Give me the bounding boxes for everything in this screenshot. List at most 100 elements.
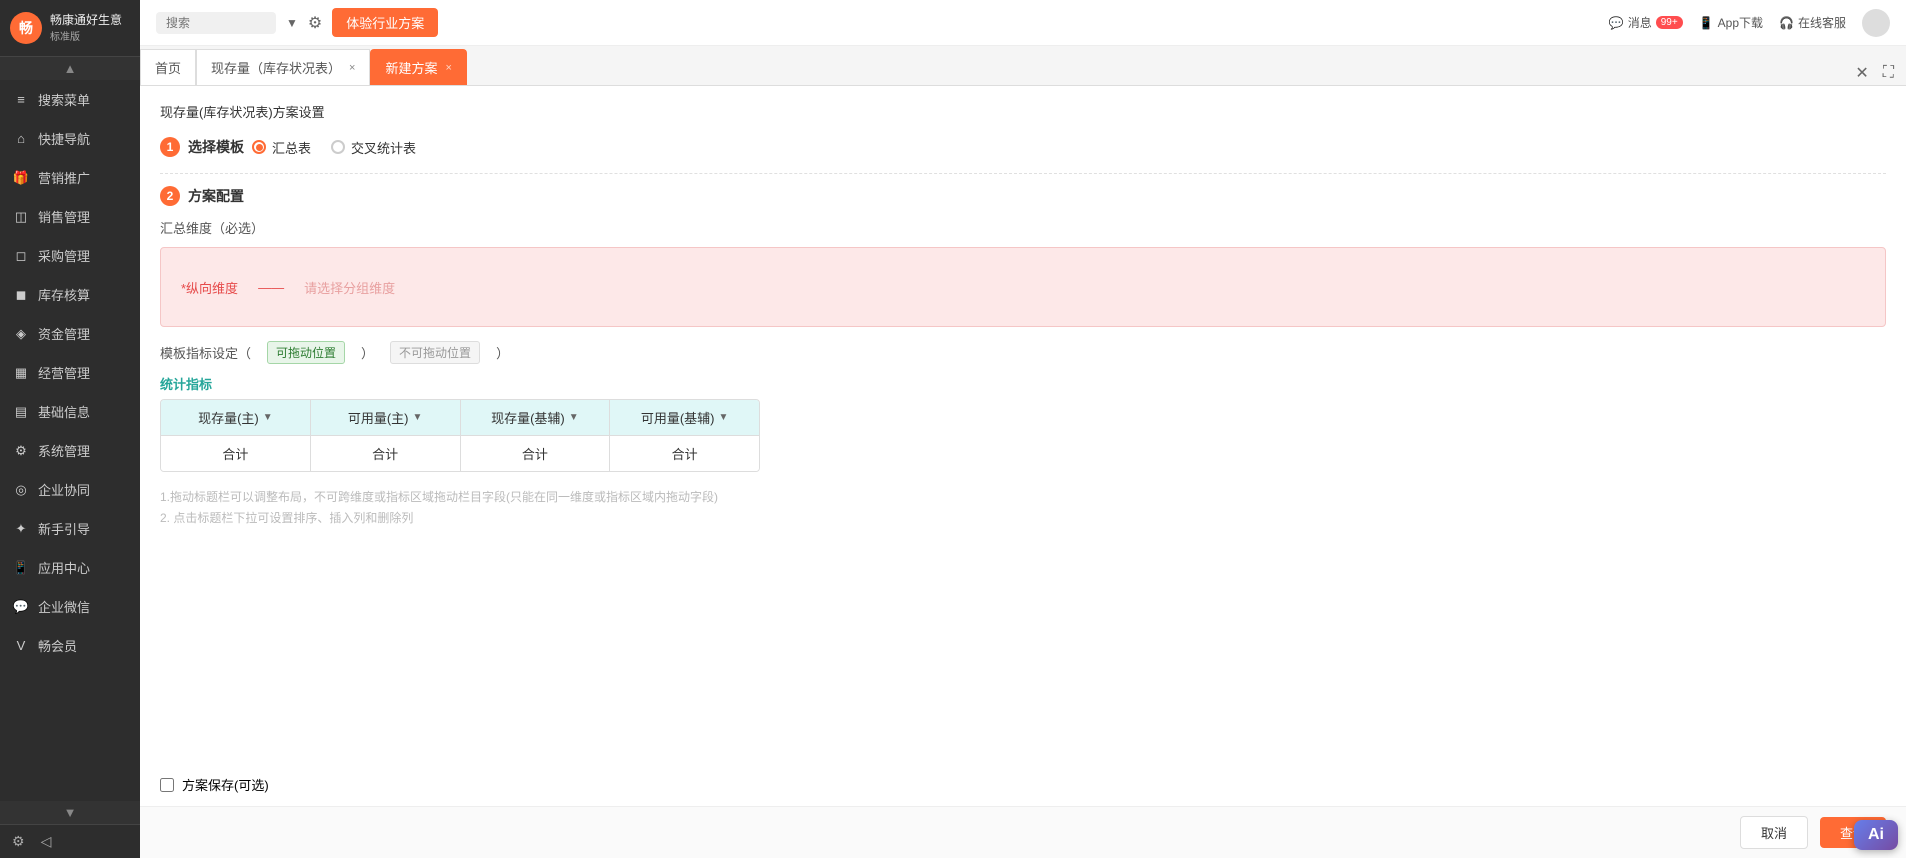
template-summary-option[interactable]: 汇总表 bbox=[252, 138, 311, 157]
stats-cell-0-0: 合计 bbox=[161, 436, 311, 471]
indicator-settings-close: ） bbox=[361, 343, 374, 362]
tab-new-plan-label: 新建方案 bbox=[385, 58, 437, 77]
stats-col-dropdown-2[interactable]: ▼ bbox=[569, 412, 579, 423]
app-download-button[interactable]: 📱 App下载 bbox=[1699, 14, 1763, 31]
customer-service-button[interactable]: 🎧 在线客服 bbox=[1779, 14, 1846, 31]
guide-icon: ✦ bbox=[12, 520, 30, 538]
sidebar-item-operations[interactable]: ▦ 经营管理 bbox=[0, 353, 140, 392]
sidebar-item-corp-collab[interactable]: ◎ 企业协同 bbox=[0, 470, 140, 509]
template-cross-radio[interactable] bbox=[331, 140, 345, 154]
topbar-dropdown[interactable]: ▼ bbox=[286, 16, 298, 30]
sidebar-label-search-menu: 搜索菜单 bbox=[38, 90, 90, 109]
save-checkbox[interactable] bbox=[160, 778, 174, 792]
stats-col-dropdown-0[interactable]: ▼ bbox=[263, 412, 273, 423]
stats-col-header-1: 可用量(主) ▼ bbox=[311, 400, 461, 435]
brand-edition: 标准版 bbox=[50, 28, 122, 43]
wechat-icon: 💬 bbox=[12, 598, 30, 616]
sidebar-settings-icon[interactable]: ⚙ bbox=[12, 833, 25, 850]
sidebar-item-inventory[interactable]: ◼ 库存核算 bbox=[0, 275, 140, 314]
sidebar-item-wechat[interactable]: 💬 企业微信 bbox=[0, 587, 140, 626]
sidebar-nav: ≡ 搜索菜单 ⌂ 快捷导航 🎁 营销推广 ◫ 销售管理 ◻ 采购管理 ◼ 库存核… bbox=[0, 80, 140, 801]
sidebar-label-finance: 资金管理 bbox=[38, 324, 90, 343]
sidebar-item-marketing[interactable]: 🎁 营销推广 bbox=[0, 158, 140, 197]
stats-col-header-3: 可用量(基辅) ▼ bbox=[610, 400, 759, 435]
sidebar-item-guide[interactable]: ✦ 新手引导 bbox=[0, 509, 140, 548]
sidebar-footer: ⚙ ◁ bbox=[0, 824, 140, 858]
dimension-dash: —— bbox=[258, 280, 284, 295]
dimension-section-label: 汇总维度（必选） bbox=[160, 218, 1886, 237]
tab-new-plan-close[interactable]: × bbox=[445, 62, 451, 74]
sidebar-label-quick-nav: 快捷导航 bbox=[38, 129, 90, 148]
tab-controls: ✕ ⛶ bbox=[1851, 61, 1906, 85]
tab-inventory-close[interactable]: × bbox=[349, 62, 355, 74]
cancel-button[interactable]: 取消 bbox=[1740, 816, 1808, 849]
sidebar-label-member: 畅会员 bbox=[38, 636, 77, 655]
stats-table-header: 现存量(主) ▼ 可用量(主) ▼ 现存量(基辅) ▼ 可用量(基辅) bbox=[161, 400, 759, 435]
member-icon: V bbox=[12, 637, 30, 655]
search-input[interactable] bbox=[156, 12, 276, 34]
dimension-area[interactable]: *纵向维度 —— 请选择分组维度 bbox=[160, 247, 1886, 327]
movable-tag: 可拖动位置 bbox=[267, 341, 345, 364]
messages-icon: 💬 bbox=[1609, 16, 1624, 30]
section1-num: 1 bbox=[160, 137, 180, 157]
sales-icon: ◫ bbox=[12, 208, 30, 226]
stats-col-dropdown-3[interactable]: ▼ bbox=[719, 412, 729, 423]
tab-inventory-status[interactable]: 现存量（库存状况表） × bbox=[196, 49, 370, 85]
tab-bar: 首页 现存量（库存状况表） × 新建方案 × ✕ ⛶ bbox=[140, 46, 1906, 86]
trial-button[interactable]: 体验行业方案 bbox=[332, 8, 438, 37]
stats-col-label-2: 现存量(基辅) bbox=[491, 408, 565, 427]
sidebar-item-purchase[interactable]: ◻ 采购管理 bbox=[0, 236, 140, 275]
sidebar-scroll-up[interactable]: ▲ bbox=[0, 57, 140, 80]
tab-home[interactable]: 首页 bbox=[140, 49, 196, 85]
page-title: 现存量(库存状况表)方案设置 bbox=[160, 102, 1886, 121]
main-area: ▼ ⚙ 体验行业方案 💬 消息 99+ 📱 App下载 🎧 在线客服 首页 bbox=[140, 0, 1906, 858]
stats-col-header-2: 现存量(基辅) ▼ bbox=[461, 400, 611, 435]
template-cross-option[interactable]: 交叉统计表 bbox=[331, 138, 416, 157]
sidebar-item-member[interactable]: V 畅会员 bbox=[0, 626, 140, 665]
sidebar-scroll-down[interactable]: ▼ bbox=[0, 801, 140, 824]
sidebar-item-basic-info[interactable]: ▤ 基础信息 bbox=[0, 392, 140, 431]
ai-fab-button[interactable]: Ai bbox=[1854, 820, 1898, 850]
sidebar-item-search-menu[interactable]: ≡ 搜索菜单 bbox=[0, 80, 140, 119]
save-option-label: 方案保存(可选) bbox=[182, 775, 269, 794]
sidebar-label-system: 系统管理 bbox=[38, 441, 90, 460]
vertical-dimension-label: *纵向维度 bbox=[181, 278, 238, 297]
stats-cell-0-2: 合计 bbox=[461, 436, 611, 471]
dimension-placeholder: 请选择分组维度 bbox=[304, 278, 395, 297]
section2-title: 方案配置 bbox=[188, 186, 244, 206]
app-download-icon: 📱 bbox=[1699, 16, 1714, 30]
stats-section: 统计指标 现存量(主) ▼ 可用量(主) ▼ 现存量(基辅) bbox=[160, 374, 1886, 472]
brand-icon: 畅 bbox=[10, 12, 42, 44]
template-summary-radio[interactable] bbox=[252, 140, 266, 154]
tab-expand-btn[interactable]: ⛶ bbox=[1879, 62, 1898, 84]
section2-num: 2 bbox=[160, 186, 180, 206]
app-center-icon: 📱 bbox=[12, 559, 30, 577]
inventory-icon: ◼ bbox=[12, 286, 30, 304]
user-avatar[interactable] bbox=[1862, 9, 1890, 37]
messages-button[interactable]: 💬 消息 99+ bbox=[1609, 14, 1683, 31]
sidebar-label-basic-info: 基础信息 bbox=[38, 402, 90, 421]
sidebar-item-sales[interactable]: ◫ 销售管理 bbox=[0, 197, 140, 236]
section2-header: 2 方案配置 bbox=[160, 186, 1886, 206]
tab-inventory-label: 现存量（库存状况表） bbox=[211, 58, 341, 77]
operations-icon: ▦ bbox=[12, 364, 30, 382]
topbar-gear-icon[interactable]: ⚙ bbox=[308, 13, 322, 33]
tab-new-plan[interactable]: 新建方案 × bbox=[370, 49, 466, 85]
stats-col-dropdown-1[interactable]: ▼ bbox=[413, 412, 423, 423]
sidebar-item-finance[interactable]: ◈ 资金管理 bbox=[0, 314, 140, 353]
tab-close-btn[interactable]: ✕ bbox=[1851, 61, 1872, 85]
sidebar-item-system[interactable]: ⚙ 系统管理 bbox=[0, 431, 140, 470]
tab-home-label: 首页 bbox=[155, 58, 181, 77]
stats-col-label-1: 可用量(主) bbox=[348, 408, 409, 427]
stats-cell-0-1: 合计 bbox=[311, 436, 461, 471]
footer: 取消 查询 bbox=[140, 806, 1906, 858]
brand-name: 畅康通好生意 bbox=[50, 13, 122, 29]
sidebar-item-app-center[interactable]: 📱 应用中心 bbox=[0, 548, 140, 587]
sidebar-item-quick-nav[interactable]: ⌂ 快捷导航 bbox=[0, 119, 140, 158]
stats-table: 现存量(主) ▼ 可用量(主) ▼ 现存量(基辅) ▼ 可用量(基辅) bbox=[160, 399, 760, 472]
section-template: 1 选择模板 汇总表 交叉统计表 bbox=[160, 137, 1886, 157]
sidebar-sound-icon[interactable]: ◁ bbox=[41, 833, 52, 850]
sidebar-label-marketing: 营销推广 bbox=[38, 168, 90, 187]
sidebar: 畅 畅康通好生意 标准版 ▲ ≡ 搜索菜单 ⌂ 快捷导航 🎁 营销推广 ◫ 销售… bbox=[0, 0, 140, 858]
sidebar-label-operations: 经营管理 bbox=[38, 363, 90, 382]
